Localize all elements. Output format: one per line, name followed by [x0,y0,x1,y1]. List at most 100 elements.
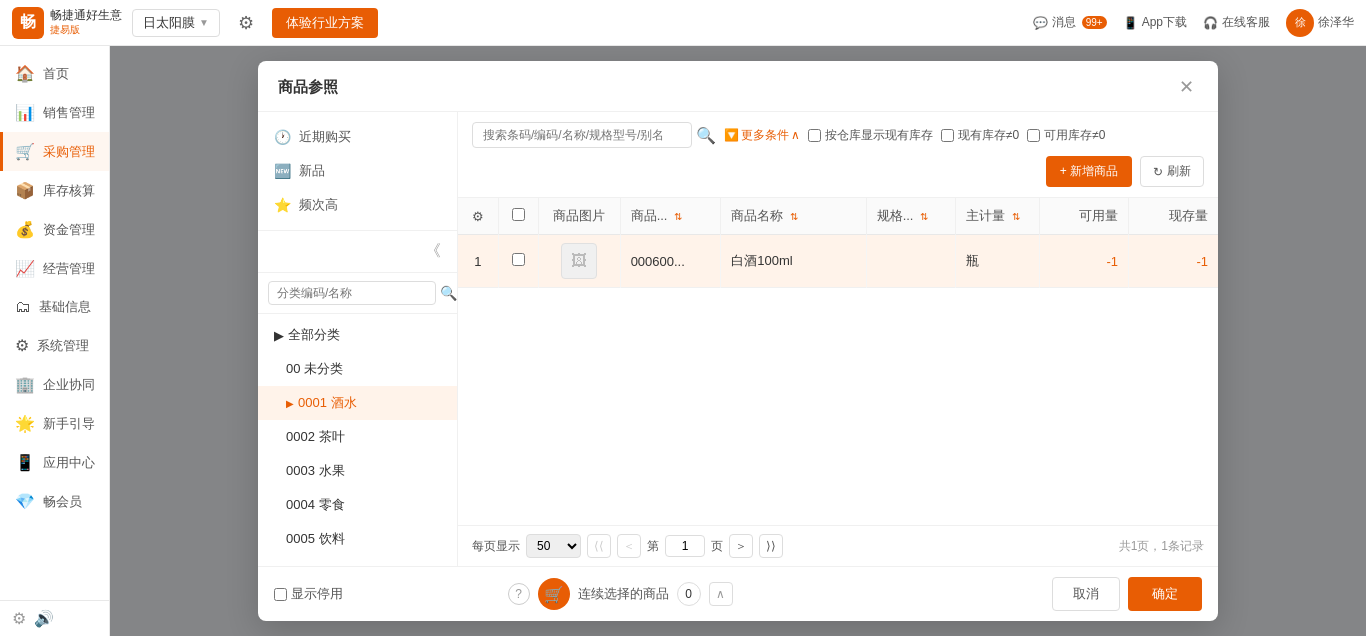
col-header-spec[interactable]: 规格... ⇅ [866,198,955,235]
table-row[interactable]: 1 🖼 000600... 白酒100ml [458,235,1218,288]
col-header-unit[interactable]: 主计量 ⇅ [956,198,1039,235]
sidebar-item-basic-info-label: 基础信息 [39,298,91,316]
col-header-name[interactable]: 商品名称 ⇅ [721,198,866,235]
show-disabled-checkbox[interactable] [274,588,287,601]
checkbox-warehouse-stock-input[interactable] [808,129,821,142]
cancel-button[interactable]: 取消 [1052,577,1120,611]
collapse-button[interactable]: 《 [417,235,449,268]
sidebar-item-guide-label: 新手引导 [43,415,95,433]
sidebar-item-guide[interactable]: 🌟 新手引导 [0,404,109,443]
logo-icon: 畅 [12,7,44,39]
sidebar-item-member-label: 畅会员 [43,493,82,511]
select-all-checkbox[interactable] [512,208,525,221]
category-0002[interactable]: 0002 茶叶 [258,420,457,454]
user-profile-nav-item[interactable]: 徐 徐泽华 [1286,9,1354,37]
category-all[interactable]: ▶ 全部分类 [258,318,457,352]
app-download-nav-item[interactable]: 📱 App下载 [1123,14,1187,31]
product-search-input[interactable] [472,122,692,148]
settings-col-icon[interactable]: ⚙ [472,209,484,224]
sidebar-item-system-label: 系统管理 [37,337,89,355]
sidebar-item-sales-label: 销售管理 [43,104,95,122]
modal-overlay: 商品参照 ✕ 🕐 近期购买 🆕 [110,46,1366,636]
row-checkbox-cell[interactable] [498,235,538,288]
page-suffix: 页 [711,538,723,555]
checkbox-warehouse-stock[interactable]: 按仓库显示现有库存 [808,127,933,144]
category-0003[interactable]: 0003 水果 [258,454,457,488]
row-name-cell: 白酒100ml [721,235,866,288]
tab-new-products[interactable]: 🆕 新品 [258,154,457,188]
enterprise-icon: 🏢 [15,375,35,394]
message-icon: 💬 [1033,16,1048,30]
tab-recent-purchase-label: 近期购买 [299,128,351,146]
category-0004[interactable]: 0004 零食 [258,488,457,522]
sidebar-item-inventory[interactable]: 📦 库存核算 [0,171,109,210]
category-0001[interactable]: ▶ 0001 酒水 [258,386,457,420]
sidebar-item-system[interactable]: ⚙ 系统管理 [0,326,109,365]
system-icon: ⚙ [15,336,29,355]
category-search-input[interactable] [268,281,436,305]
col-header-code[interactable]: 商品... ⇅ [620,198,721,235]
sidebar-item-home[interactable]: 🏠 首页 [0,54,109,93]
sort-spec-icon: ⇅ [920,211,928,222]
cart-count: 0 [677,582,701,606]
sidebar-item-operations[interactable]: 📈 经营管理 [0,249,109,288]
purchase-icon: 🛒 [15,142,35,161]
category-search-icon[interactable]: 🔍 [440,285,457,301]
tab-high-frequency[interactable]: ⭐ 频次高 [258,188,457,222]
sidebar-item-purchase[interactable]: 🛒 采购管理 [0,132,109,171]
customer-service-nav-item[interactable]: 🎧 在线客服 [1203,14,1270,31]
settings-icon[interactable]: ⚙ [230,7,262,39]
page-number-input[interactable] [665,535,705,557]
filter-button[interactable]: 🔽 更多条件 ∧ [724,127,800,144]
collapse-footer-button[interactable]: ∧ [709,582,733,606]
page-size-select[interactable]: 50 10 20 100 [526,534,581,558]
basic-info-icon: 🗂 [15,298,31,316]
app-center-icon: 📱 [15,453,35,472]
cart-icon-button[interactable]: 🛒 [538,578,570,610]
next-page-button[interactable]: ＞ [729,534,753,558]
logo-text: 畅捷通好生意 [50,8,122,24]
row-available-cell: -1 [1039,235,1128,288]
inventory-icon: 📦 [15,181,35,200]
finance-icon: 💰 [15,220,35,239]
checkbox-available-stock-input[interactable] [1027,129,1040,142]
sidebar-item-sales[interactable]: 📊 销售管理 [0,93,109,132]
tab-recent-purchase[interactable]: 🕐 近期购买 [258,120,457,154]
modal-toolbar: 🔍 🔽 更多条件 ∧ 按仓库显示现有库存 [458,112,1218,198]
phone-icon: 📱 [1123,16,1138,30]
checkbox-current-stock-input[interactable] [941,129,954,142]
sales-icon: 📊 [15,103,35,122]
sidebar-item-finance[interactable]: 💰 资金管理 [0,210,109,249]
checkbox-available-stock[interactable]: 可用库存≠0 [1027,127,1105,144]
help-icon[interactable]: ? [508,583,530,605]
modal-close-button[interactable]: ✕ [1174,75,1198,99]
first-page-button[interactable]: ⟨⟨ [587,534,611,558]
product-search-button[interactable]: 🔍 [696,126,716,145]
modal-body: 🕐 近期购买 🆕 新品 ⭐ 频次高 [258,112,1218,566]
row-checkbox[interactable] [512,253,525,266]
sidebar-item-finance-label: 资金管理 [43,221,95,239]
settings-bottom-icon[interactable]: ⚙ [12,609,26,628]
store-selector[interactable]: 日太阳膜 ▼ [132,9,220,37]
modal-title: 商品参照 [278,78,338,97]
total-info: 共1页，1条记录 [1119,538,1204,555]
sort-code-icon: ⇅ [674,211,682,222]
sidebar-item-basic-info[interactable]: 🗂 基础信息 [0,288,109,326]
sidebar-item-member[interactable]: 💎 畅会员 [0,482,109,521]
prev-page-button[interactable]: ＜ [617,534,641,558]
add-product-button[interactable]: + 新增商品 [1046,156,1132,187]
sidebar-item-enterprise[interactable]: 🏢 企业协同 [0,365,109,404]
sidebar-item-app-center[interactable]: 📱 应用中心 [0,443,109,482]
recent-purchase-icon: 🕐 [274,129,291,145]
cta-button[interactable]: 体验行业方案 [272,8,378,38]
refresh-button[interactable]: ↻ 刷新 [1140,156,1204,187]
category-0008[interactable]: 0008 水 [258,556,457,566]
category-0005[interactable]: 0005 饮料 [258,522,457,556]
category-00[interactable]: 00 未分类 [258,352,457,386]
checkbox-current-stock[interactable]: 现有库存≠0 [941,127,1019,144]
show-disabled-checkbox-label[interactable]: 显示停用 [274,585,343,603]
confirm-button[interactable]: 确定 [1128,577,1202,611]
volume-icon[interactable]: 🔊 [34,609,54,628]
last-page-button[interactable]: ⟩⟩ [759,534,783,558]
message-nav-item[interactable]: 💬 消息 99+ [1033,14,1107,31]
